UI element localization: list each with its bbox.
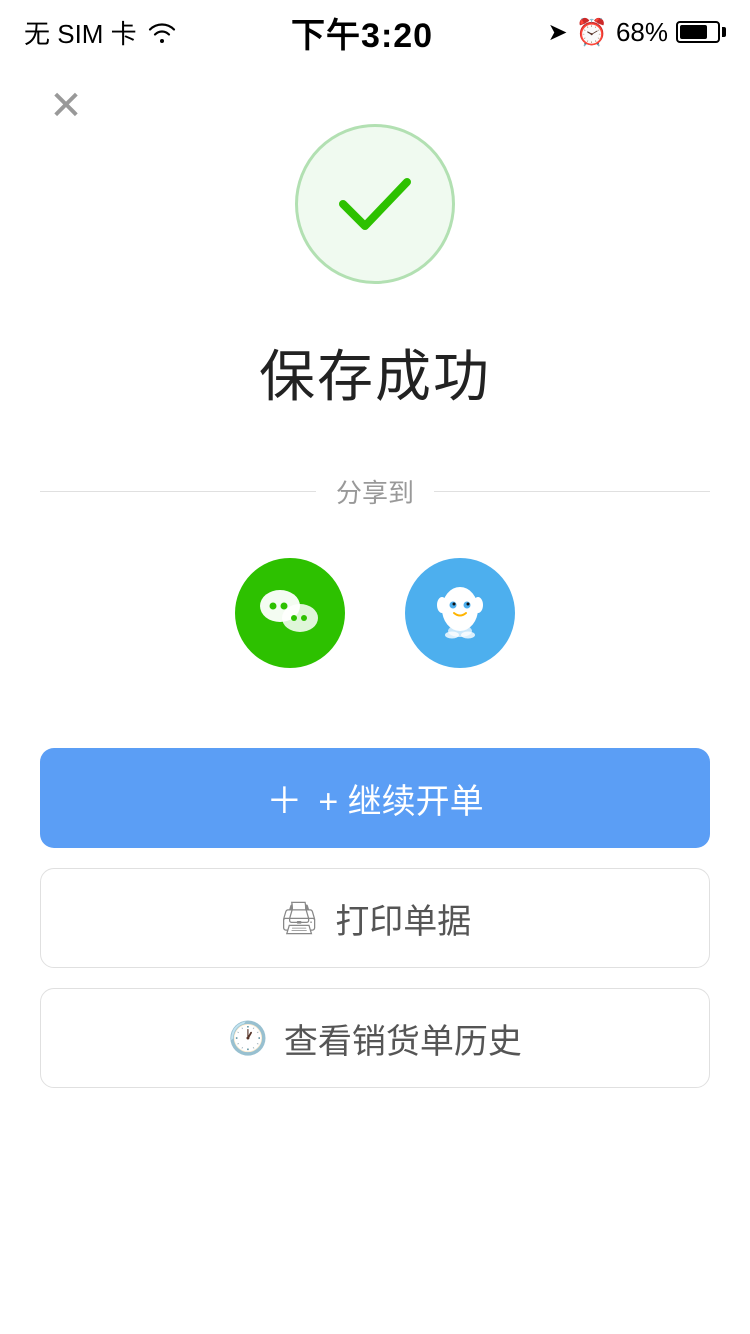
wechat-share-button[interactable] <box>235 558 345 668</box>
alarm-icon: ⏰ <box>576 17 608 48</box>
success-circle <box>295 124 455 284</box>
share-icons-container <box>235 558 515 668</box>
status-bar: 无 SIM 卡 下午3:20 ➤ ⏰ 68% <box>0 0 750 64</box>
main-content: 保存成功 分享到 <box>0 64 750 1088</box>
status-left: 无 SIM 卡 <box>24 14 177 51</box>
wifi-icon <box>147 21 177 43</box>
battery-text: 68% <box>616 17 668 48</box>
checkmark-icon <box>335 174 415 234</box>
print-icon: 🖨 <box>279 899 320 937</box>
divider-left <box>40 491 316 492</box>
location-icon: ➤ <box>547 18 567 47</box>
qq-icon <box>428 581 492 645</box>
success-title: 保存成功 <box>259 332 491 413</box>
continue-button[interactable]: ＋ + 继续开单 <box>40 748 710 848</box>
close-button[interactable]: ✕ <box>40 80 92 132</box>
status-right: ➤ ⏰ 68% <box>547 17 726 48</box>
history-icon: 🕐 <box>228 1019 268 1057</box>
history-label: 查看销货单历史 <box>284 1014 522 1063</box>
status-time: 下午3:20 <box>291 8 433 57</box>
wechat-icon <box>258 586 322 640</box>
share-label: 分享到 <box>336 473 414 510</box>
carrier-text: 无 SIM 卡 <box>24 14 137 51</box>
divider-right <box>434 491 710 492</box>
continue-label: + 继续开单 <box>318 774 483 823</box>
qq-share-button[interactable] <box>405 558 515 668</box>
battery-icon <box>676 21 726 43</box>
print-label: 打印单据 <box>335 894 471 943</box>
continue-icon: ＋ <box>266 772 302 824</box>
print-button[interactable]: 🖨 打印单据 <box>40 868 710 968</box>
history-button[interactable]: 🕐 查看销货单历史 <box>40 988 710 1088</box>
action-buttons: ＋ + 继续开单 🖨 打印单据 🕐 查看销货单历史 <box>40 748 710 1088</box>
close-icon: ✕ <box>49 86 83 126</box>
share-divider: 分享到 <box>40 473 710 510</box>
